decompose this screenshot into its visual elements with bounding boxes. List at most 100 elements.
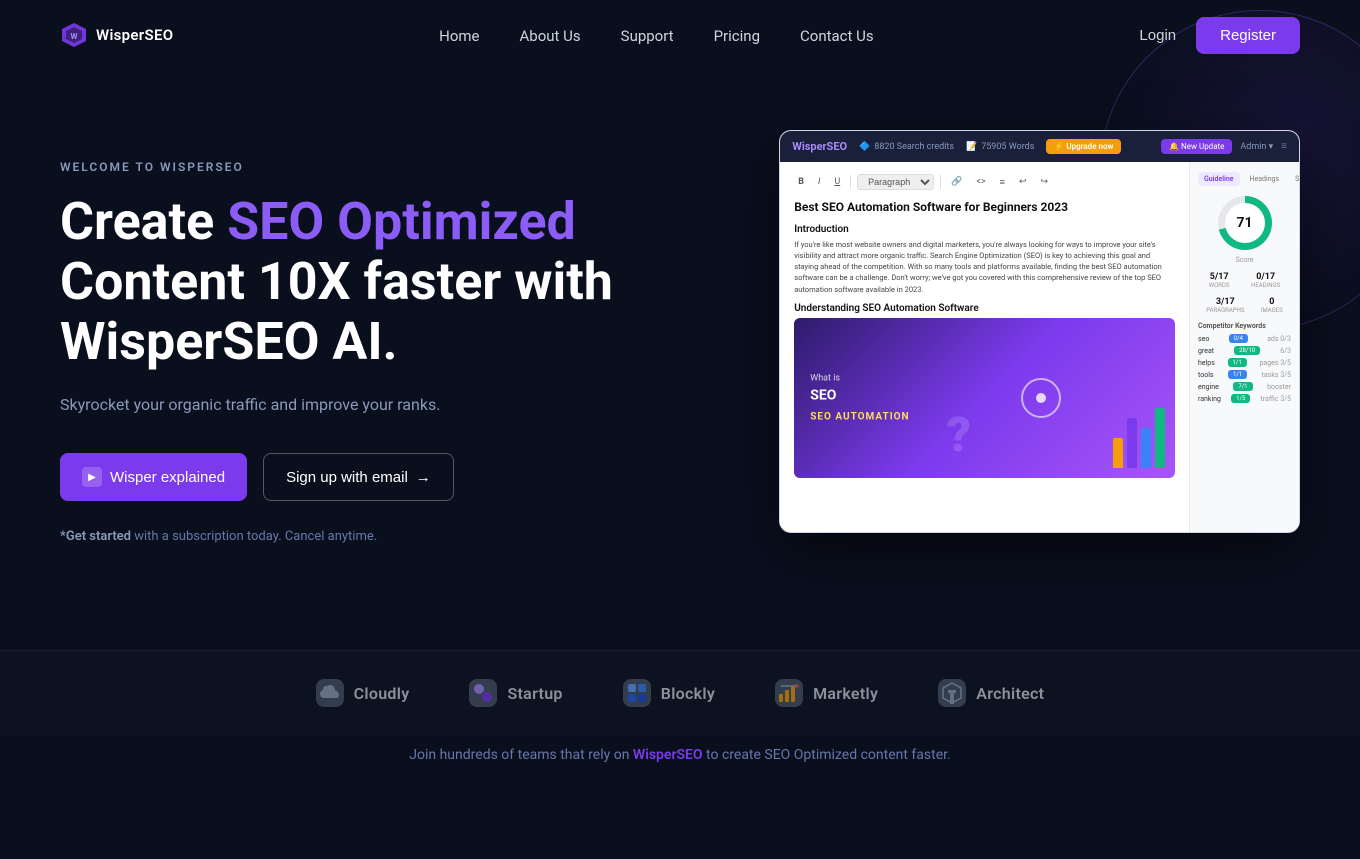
sidebar-stats-2: 3/17 PARAGRAPHS 0 IMAGES	[1198, 297, 1291, 314]
editor-image-block: What is SEO SEO AUTOMATION ?	[794, 318, 1175, 478]
img-cursor	[1021, 378, 1061, 418]
undo-btn[interactable]: ↩	[1015, 175, 1031, 189]
app-screenshot: WisperSEO 🔷 8820 Search credits 📝 75905 …	[779, 130, 1300, 533]
kw-badge-1: 0/4	[1229, 334, 1248, 343]
editor-section2-title: Understanding SEO Automation Software	[794, 303, 1175, 314]
hero-headline: Create SEO Optimized Content 10X faster …	[60, 192, 742, 371]
sidebar-tab-serp[interactable]: Serp	[1289, 172, 1299, 186]
score-label-text: Score	[1198, 256, 1291, 264]
partner-startup: Startup	[469, 679, 562, 707]
topbar-left: WisperSEO 🔷 8820 Search credits 📝 75905 …	[792, 139, 1121, 154]
hero-subheading: Skyrocket your organic traffic and impro…	[60, 393, 742, 417]
img-label: What is SEO SEO AUTOMATION	[810, 373, 909, 422]
register-button[interactable]: Register	[1196, 17, 1300, 54]
link-btn[interactable]: 🔗	[947, 175, 966, 189]
startup-name: Startup	[507, 684, 562, 703]
hero-left: WELCOME TO WISPERSEO Create SEO Optimize…	[60, 130, 742, 544]
blockly-icon	[623, 679, 651, 707]
editor-intro-text: If you're like most website owners and d…	[794, 239, 1175, 295]
marketly-icon	[775, 679, 803, 707]
bar-3	[1141, 428, 1151, 468]
cloudly-name: Cloudly	[354, 684, 410, 703]
keywords-title: Competitor Keywords	[1198, 322, 1291, 330]
sidebar-tab-guideline[interactable]: Guideline	[1198, 172, 1240, 186]
kw-badge-3: 1/1	[1228, 358, 1247, 367]
btn-primary-label: Wisper explained	[110, 469, 225, 486]
navbar: W WisperSEO Home About Us Support Pricin…	[0, 0, 1360, 70]
cloudly-icon	[316, 679, 344, 707]
credits-stat: 🔷 8820 Search credits	[859, 142, 954, 152]
startup-icon	[469, 679, 497, 707]
editor-toolbar: B I U Paragraph 🔗 <> ≡ ↩ ↪	[794, 174, 1175, 190]
nav-actions: Login Register	[1139, 17, 1300, 54]
kw-count-6: traffic 3/5	[1261, 395, 1291, 403]
startup-svg	[473, 683, 493, 703]
hero-buttons: ▶ Wisper explained Sign up with email →	[60, 453, 742, 501]
cursor-inner	[1036, 393, 1046, 403]
topbar-right: 🔔 New Update Admin ▾ ≡	[1161, 139, 1287, 154]
kw-row-6: ranking 1/5 traffic 3/5	[1198, 394, 1291, 403]
paragraph-select[interactable]: Paragraph	[857, 174, 934, 190]
img-seo-title: SEO	[810, 387, 909, 403]
marketly-svg	[778, 684, 800, 702]
btn-outline-label: Sign up with email	[286, 469, 408, 486]
nav-home[interactable]: Home	[439, 27, 479, 45]
get-started-bold: *Get started	[60, 529, 131, 544]
headline-accent: SEO Optimized	[227, 191, 576, 252]
kw-name-6: ranking	[1198, 395, 1221, 403]
stat-headings: 0/17 HEADINGS	[1251, 272, 1280, 289]
sign-up-email-button[interactable]: Sign up with email →	[263, 453, 454, 501]
kw-badge-6: 1/5	[1231, 394, 1250, 403]
underline-btn[interactable]: U	[830, 175, 844, 189]
stat-paragraphs: 3/17 PARAGRAPHS	[1206, 297, 1244, 314]
new-update-btn[interactable]: 🔔 New Update	[1161, 139, 1232, 154]
bold-btn[interactable]: B	[794, 175, 808, 189]
nav-about[interactable]: About Us	[520, 27, 581, 45]
join-text: Join hundreds of teams that rely on Wisp…	[60, 747, 1300, 763]
svg-text:W: W	[71, 32, 78, 41]
kw-badge-4: 1/1	[1228, 370, 1247, 379]
kw-badge-5: 7/1	[1233, 382, 1252, 391]
list-btn[interactable]: ≡	[996, 175, 1009, 190]
screenshot-topbar: WisperSEO 🔷 8820 Search credits 📝 75905 …	[780, 131, 1299, 162]
hero-section: WELCOME TO WISPERSEO Create SEO Optimize…	[0, 70, 1360, 650]
stat-images-val: 0	[1261, 297, 1283, 307]
menu-icon: ≡	[1281, 141, 1287, 152]
stat-words: 5/17 WORDS	[1209, 272, 1230, 289]
partner-marketly: Marketly	[775, 679, 878, 707]
img-what-is: What is	[810, 373, 909, 383]
nav-contact[interactable]: Contact Us	[800, 27, 874, 45]
kw-name-2: great	[1198, 347, 1214, 355]
headline-plain: Create	[60, 191, 227, 252]
kw-count-2: 6/3	[1280, 347, 1291, 355]
kw-name-5: engine	[1198, 383, 1219, 391]
img-automation-title: SEO AUTOMATION	[810, 411, 909, 422]
score-circle: 71	[1218, 196, 1272, 250]
brand-highlight: WisperSEO	[633, 747, 703, 763]
toolbar-sep-2	[940, 175, 941, 189]
arrow-icon: →	[416, 469, 431, 486]
headline-rest: Content 10X faster with WisperSEO AI.	[60, 251, 613, 372]
kw-row-2: great 28/10 6/3	[1198, 346, 1291, 355]
get-started-text: *Get started with a subscription today. …	[60, 529, 742, 544]
stat-paragraphs-name: PARAGRAPHS	[1206, 307, 1244, 314]
stat-words-name: WORDS	[1209, 282, 1230, 289]
italic-btn[interactable]: I	[814, 175, 824, 189]
upgrade-btn[interactable]: ⚡ Upgrade now	[1046, 139, 1121, 154]
join-section: Join hundreds of teams that rely on Wisp…	[0, 735, 1360, 763]
login-button[interactable]: Login	[1139, 27, 1176, 44]
nav-pricing[interactable]: Pricing	[714, 27, 760, 45]
nav-support[interactable]: Support	[621, 27, 674, 45]
wisper-explained-button[interactable]: ▶ Wisper explained	[60, 453, 247, 501]
redo-btn[interactable]: ↪	[1036, 175, 1052, 189]
img-question: ?	[947, 406, 971, 463]
sidebar-tab-headings[interactable]: Headings	[1244, 172, 1286, 186]
logo[interactable]: W WisperSEO	[60, 21, 173, 49]
cloudly-svg	[319, 685, 341, 701]
sidebar-tabs: Guideline Headings Serp	[1198, 172, 1291, 186]
play-icon: ▶	[82, 467, 102, 487]
words-stat: 📝 75905 Words	[966, 142, 1034, 152]
img-chart	[1113, 408, 1165, 468]
code-btn[interactable]: <>	[972, 175, 989, 189]
partner-architect: Architect	[938, 679, 1044, 707]
